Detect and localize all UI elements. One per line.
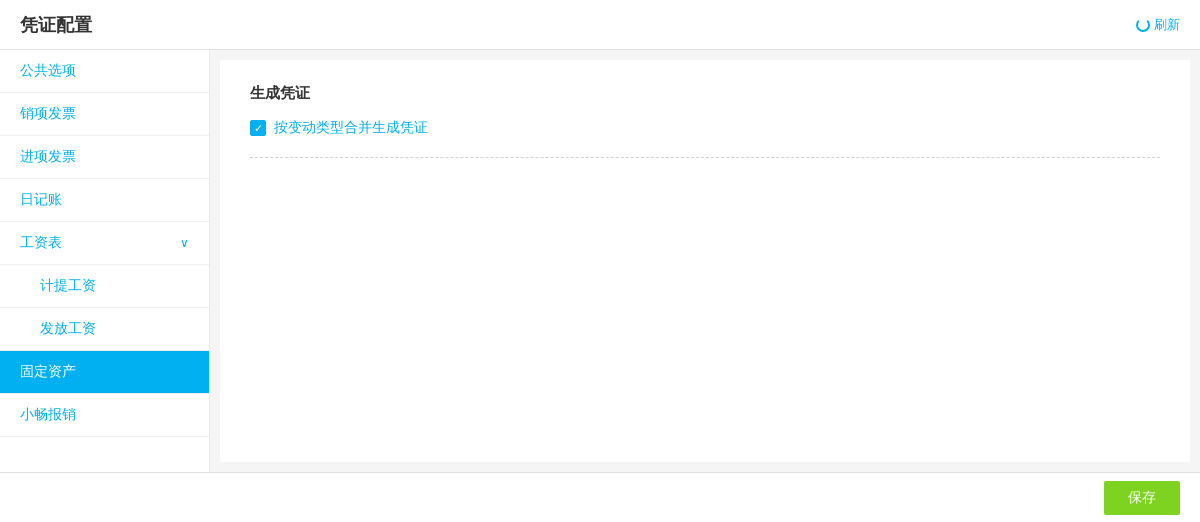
sidebar-item-public-options[interactable]: 公共选项 (0, 50, 209, 93)
refresh-icon (1136, 18, 1150, 32)
page-footer: 保存 (0, 472, 1200, 522)
sidebar-item-accrual-salary[interactable]: 计提工资 (0, 265, 209, 308)
checkbox-input[interactable]: ✓ (250, 120, 266, 136)
main-container: 公共选项销项发票进项发票日记账工资表 ∨ 计提工资发放工资固定资产小畅报销 生成凭证… (0, 50, 1200, 472)
sidebar-item-label: 发放工资 (40, 320, 96, 338)
sidebar-item-label: 进项发票 (20, 148, 76, 166)
sidebar-item-fixed-assets[interactable]: 固定资产 (0, 351, 209, 394)
sidebar-item-label: 日记账 (20, 191, 62, 209)
sidebar-item-label: 公共选项 (20, 62, 76, 80)
sidebar-item-purchase-invoice[interactable]: 进项发票 (0, 136, 209, 179)
sidebar-item-pay-salary[interactable]: 发放工资 (0, 308, 209, 351)
sidebar-item-label: 工资表 (20, 234, 62, 252)
sidebar-item-label: 销项发票 (20, 105, 76, 123)
sidebar-item-journal[interactable]: 日记账 (0, 179, 209, 222)
divider (250, 157, 1160, 158)
sidebar-item-label: 固定资产 (20, 363, 76, 381)
content-area: 生成凭证 ✓ 按变动类型合并生成凭证 (220, 60, 1190, 462)
section-title: 生成凭证 (250, 84, 1160, 103)
page-title: 凭证配置 (20, 13, 92, 37)
sidebar-item-expense-report[interactable]: 小畅报销 (0, 394, 209, 437)
save-button[interactable]: 保存 (1104, 481, 1180, 515)
refresh-button[interactable]: 刷新 (1136, 16, 1180, 34)
sidebar: 公共选项销项发票进项发票日记账工资表 ∨ 计提工资发放工资固定资产小畅报销 (0, 50, 210, 472)
checkbox-row: ✓ 按变动类型合并生成凭证 (250, 119, 1160, 137)
sidebar-item-label: 小畅报销 (20, 406, 76, 424)
sidebar-item-payroll[interactable]: 工资表 ∨ (0, 222, 209, 265)
sidebar-item-sales-invoice[interactable]: 销项发票 (0, 93, 209, 136)
chevron-down-icon: ∨ (180, 236, 189, 250)
sidebar-item-label: 计提工资 (40, 277, 96, 295)
checkbox-label: 按变动类型合并生成凭证 (274, 119, 428, 137)
page-header: 凭证配置 刷新 (0, 0, 1200, 50)
refresh-label: 刷新 (1154, 16, 1180, 34)
